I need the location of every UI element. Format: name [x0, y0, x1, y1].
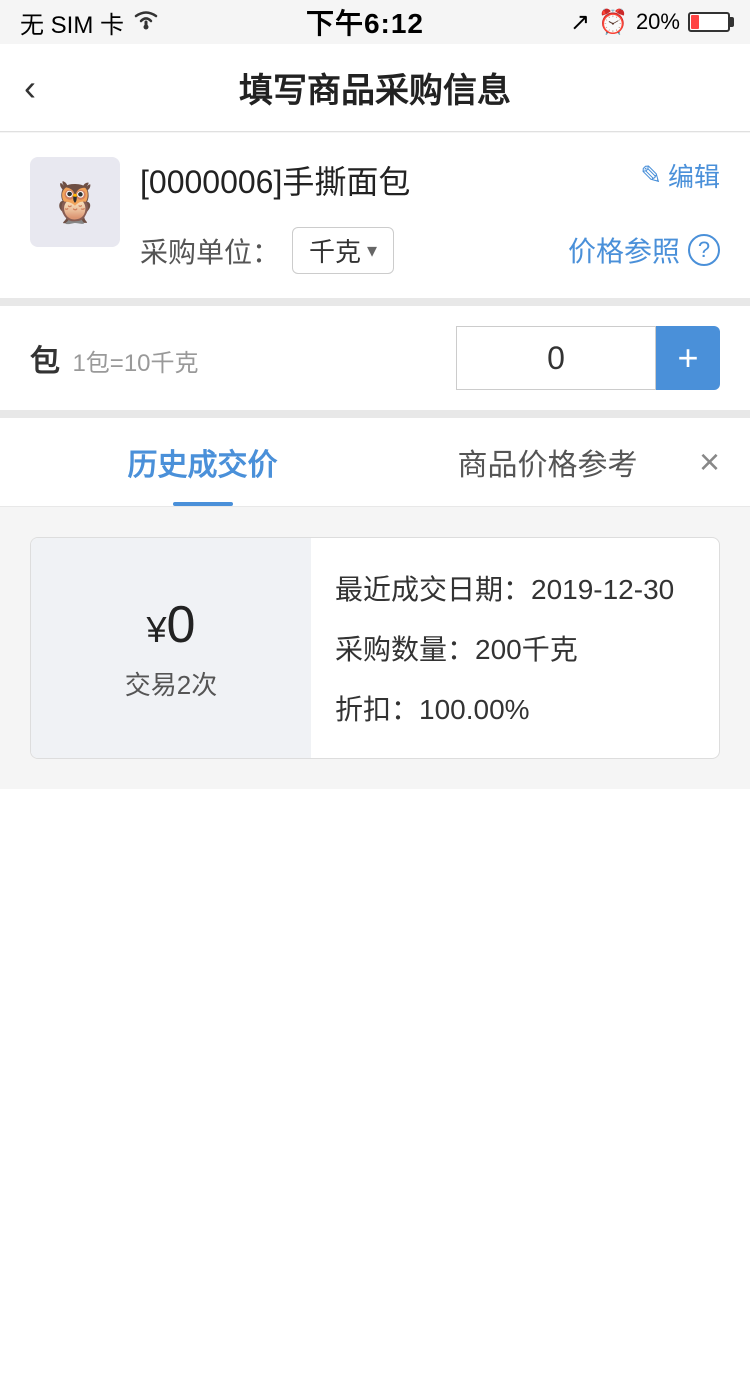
price-ref-label: 价格参照: [568, 230, 680, 270]
tab-product-price[interactable]: 商品价格参考: [375, 418, 720, 506]
quantity-control: 0 +: [456, 326, 720, 390]
nav-bar: ‹ 填写商品采购信息: [0, 44, 750, 132]
history-price-panel: ¥0 交易2次: [31, 538, 311, 758]
quantity-row: 包 1包=10千克 0 +: [0, 298, 750, 410]
detail-date-text: 最近成交日期：2019-12-30: [335, 574, 674, 605]
location-icon: ↗: [570, 8, 590, 37]
product-left: 🦉 [0000006]手撕面包 采购单位： 千克 ▾: [30, 157, 410, 274]
unit-label: 采购单位：: [140, 231, 280, 271]
status-time: 下午6:12: [306, 2, 424, 42]
plus-icon: +: [677, 337, 698, 379]
page-title: 填写商品采购信息: [239, 63, 511, 112]
detail-qty-row: 采购数量：200千克: [335, 628, 695, 668]
tabs-close-button[interactable]: ×: [689, 431, 730, 493]
status-left: 无 SIM 卡: [20, 5, 160, 40]
detail-discount-text: 折扣：100.00%: [335, 694, 530, 725]
tabs-header: 历史成交价 商品价格参考 ×: [0, 418, 750, 507]
product-image-icon: 🦉: [50, 179, 100, 226]
detail-date-row: 最近成交日期：2019-12-30: [335, 568, 695, 608]
tab-history-price[interactable]: 历史成交价: [30, 418, 375, 506]
trades-label: 交易2次: [125, 665, 217, 702]
product-name: [0000006]手撕面包: [140, 157, 410, 203]
history-detail-panel: 最近成交日期：2019-12-30 采购数量：200千克 折扣：100.00%: [311, 538, 719, 758]
wifi-icon: [132, 8, 160, 37]
battery-percent: 20%: [636, 9, 680, 35]
detail-qty-text: 采购数量：200千克: [335, 634, 578, 665]
edit-button[interactable]: ✎ 编辑: [640, 157, 720, 194]
status-bar: 无 SIM 卡 下午6:12 ↗ ⏰ 20%: [0, 0, 750, 44]
product-thumbnail: 🦉: [30, 157, 120, 247]
quantity-value: 0: [547, 340, 565, 377]
tab-history-label: 历史成交价: [128, 440, 278, 484]
history-card: ¥0 交易2次 最近成交日期：2019-12-30 采购数量：200千克 折扣：…: [30, 537, 720, 759]
product-info: [0000006]手撕面包 采购单位： 千克 ▾: [140, 157, 410, 274]
product-unit-row: 采购单位： 千克 ▾: [140, 227, 410, 274]
unit-select-dropdown[interactable]: 千克 ▾: [292, 227, 394, 274]
product-right-col: ✎ 编辑 价格参照 ?: [568, 157, 720, 270]
quantity-input[interactable]: 0: [456, 326, 656, 390]
battery-indicator: [688, 12, 730, 32]
yen-symbol: ¥: [147, 609, 167, 650]
alarm-icon: ⏰: [598, 8, 628, 37]
bottom-area: [0, 789, 750, 1389]
tab-active-indicator: [173, 502, 233, 506]
tab-product-price-label: 商品价格参考: [458, 440, 638, 484]
history-content: ¥0 交易2次 最近成交日期：2019-12-30 采购数量：200千克 折扣：…: [0, 507, 750, 789]
package-label: 包: [30, 345, 60, 378]
status-right: ↗ ⏰ 20%: [570, 8, 730, 37]
dropdown-arrow-icon: ▾: [367, 238, 377, 263]
edit-label: 编辑: [668, 157, 720, 194]
quantity-plus-button[interactable]: +: [656, 326, 720, 390]
edit-icon: ✎: [640, 160, 662, 191]
history-price-value: ¥0: [147, 595, 196, 655]
conversion-label: 1包=10千克: [72, 350, 198, 377]
price-ref-help-icon: ?: [688, 234, 720, 266]
back-button[interactable]: ‹: [24, 67, 36, 109]
price-reference-button[interactable]: 价格参照 ?: [568, 230, 720, 270]
tabs-section: 历史成交价 商品价格参考 × ¥0 交易2次 最近成交日期：2019-12-30…: [0, 410, 750, 789]
product-header: 🦉 [0000006]手撕面包 采购单位： 千克 ▾ ✎ 编辑 价格参照: [30, 157, 720, 274]
unit-select-value: 千克: [309, 232, 361, 269]
price-number: 0: [167, 596, 196, 654]
detail-discount-row: 折扣：100.00%: [335, 688, 695, 728]
quantity-label-group: 包 1包=10千克: [30, 336, 199, 380]
product-card: 🦉 [0000006]手撕面包 采购单位： 千克 ▾ ✎ 编辑 价格参照: [0, 133, 750, 298]
carrier-label: 无 SIM 卡: [20, 5, 124, 40]
